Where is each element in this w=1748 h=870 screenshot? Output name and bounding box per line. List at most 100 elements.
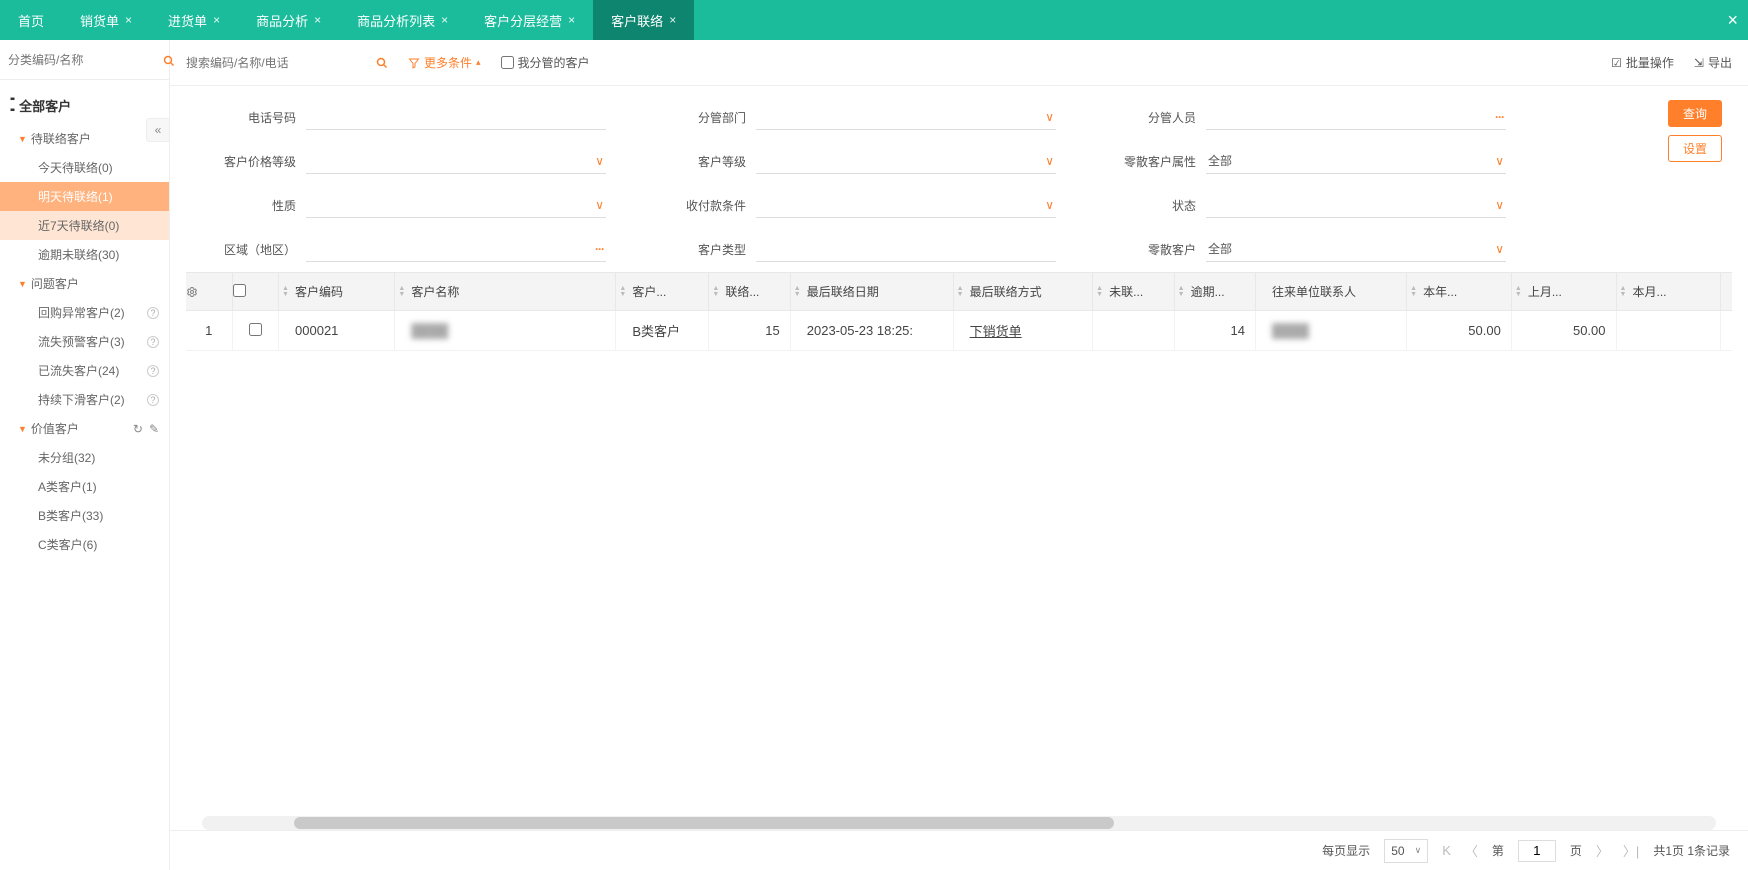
- search-icon[interactable]: [376, 56, 388, 70]
- pager-last[interactable]: 〉|: [1623, 841, 1639, 860]
- tree-leaf-class-a[interactable]: A类客户(1): [0, 472, 169, 501]
- scrollbar-thumb[interactable]: [294, 817, 1114, 829]
- sidebar-search-input[interactable]: [8, 53, 163, 67]
- tree-leaf-ungrouped[interactable]: 未分组(32): [0, 443, 169, 472]
- sidebar-collapse-button[interactable]: «: [146, 118, 170, 142]
- tree-leaf-repurchase-abnormal[interactable]: 回购异常客户(2)?: [0, 298, 169, 327]
- col-last-contact-method[interactable]: ▲▼最后联络方式: [954, 273, 1094, 311]
- checklist-icon: ☑: [1611, 56, 1622, 70]
- tab-purchase-order[interactable]: 进货单×: [150, 0, 238, 40]
- export-icon: ⇲: [1694, 56, 1704, 70]
- close-icon[interactable]: ×: [314, 13, 321, 27]
- filter-input-scattered[interactable]: 全部∨: [1206, 236, 1506, 262]
- col-last-contact-date[interactable]: ▲▼最后联络日期: [791, 273, 954, 311]
- col-uncontacted[interactable]: ▲▼未联...: [1093, 273, 1174, 311]
- cell-code: 000021: [279, 311, 395, 351]
- batch-ops-button[interactable]: ☑ 批量操作: [1611, 54, 1674, 71]
- col-customer-name[interactable]: ▲▼客户名称: [395, 273, 616, 311]
- filter-panel: 电话号码 分管部门 ∨ 分管人员 ··· 客户价格等级 ∨ 客户等级 ∨ 零散客…: [170, 86, 1748, 272]
- help-icon[interactable]: ?: [147, 394, 159, 406]
- col-last-month[interactable]: ▲▼上月...: [1512, 273, 1617, 311]
- page-input[interactable]: [1518, 840, 1556, 862]
- col-customer-code[interactable]: ▲▼客户编码: [279, 273, 395, 311]
- tab-product-analysis[interactable]: 商品分析×: [238, 0, 339, 40]
- filter-input-nature[interactable]: ∨: [306, 192, 606, 218]
- filter-input-scattered-attr[interactable]: 全部∨: [1206, 148, 1506, 174]
- cell-contact-person: ████: [1256, 311, 1407, 351]
- tree-leaf-class-c[interactable]: C类客户(6): [0, 530, 169, 559]
- sidebar: « ▪▪▪▪ 全部客户 ▼ 待联络客户 今天待联络(0) 明天待联络(1) 近7…: [0, 40, 170, 870]
- chevron-down-icon: ∨: [1495, 198, 1504, 212]
- col-contact-person[interactable]: 往来单位联系人: [1256, 273, 1407, 311]
- row-checkbox[interactable]: [233, 311, 280, 351]
- tree-root-all-customers[interactable]: ▪▪▪▪ 全部客户: [0, 86, 169, 124]
- col-customer-level[interactable]: ▲▼客户...: [616, 273, 709, 311]
- ellipsis-icon[interactable]: ···: [1495, 110, 1504, 124]
- pager-first[interactable]: K: [1442, 843, 1451, 858]
- chevron-down-icon: ∨: [1495, 242, 1504, 256]
- chevron-down-icon: ∨: [1415, 845, 1422, 856]
- tab-customer-contact[interactable]: 客户联络×: [593, 0, 694, 40]
- help-icon[interactable]: ?: [147, 365, 159, 377]
- help-icon[interactable]: ?: [147, 307, 159, 319]
- filter-input-payment[interactable]: ∨: [756, 192, 1056, 218]
- app-close-button[interactable]: ×: [1727, 0, 1738, 40]
- search-input[interactable]: [186, 56, 356, 70]
- col-year[interactable]: ▲▼本年...: [1407, 273, 1512, 311]
- tab-product-analysis-list[interactable]: 商品分析列表×: [339, 0, 466, 40]
- ellipsis-icon[interactable]: ···: [595, 242, 604, 256]
- export-button[interactable]: ⇲ 导出: [1694, 54, 1732, 71]
- pager-next[interactable]: 〉: [1596, 841, 1609, 860]
- col-contact-days[interactable]: ▲▼联络...: [709, 273, 790, 311]
- pager-prev[interactable]: 〈: [1465, 841, 1478, 860]
- cell-last-method[interactable]: 下销货单: [954, 311, 1094, 351]
- filter-input-region[interactable]: ···: [306, 236, 606, 262]
- tab-customer-tier[interactable]: 客户分层经营×: [466, 0, 593, 40]
- page-prefix: 第: [1492, 842, 1504, 859]
- close-icon[interactable]: ×: [125, 13, 132, 27]
- tree-leaf-today[interactable]: 今天待联络(0): [0, 153, 169, 182]
- help-icon[interactable]: ?: [147, 336, 159, 348]
- tree-group-value-customers[interactable]: ▼ 价值客户 ↻ ✎: [0, 414, 169, 443]
- tree-leaf-class-b[interactable]: B类客户(33): [0, 501, 169, 530]
- query-button[interactable]: 查询: [1668, 100, 1722, 127]
- filter-input-manager[interactable]: ···: [1206, 104, 1506, 130]
- per-page-select[interactable]: 50 ∨: [1384, 839, 1428, 863]
- col-overdue[interactable]: ▲▼逾期...: [1175, 273, 1256, 311]
- filter-input-status[interactable]: ∨: [1206, 192, 1506, 218]
- close-icon[interactable]: ×: [568, 13, 575, 27]
- refresh-icon[interactable]: ↻: [133, 422, 143, 436]
- more-conditions-toggle[interactable]: 更多条件 ▴: [408, 54, 481, 71]
- filter-label-phone: 电话号码: [196, 109, 306, 126]
- my-customers-checkbox[interactable]: 我分管的客户: [501, 54, 590, 71]
- column-settings[interactable]: [186, 273, 233, 311]
- horizontal-scrollbar[interactable]: [202, 816, 1716, 830]
- tab-sales-order[interactable]: 销货单×: [62, 0, 150, 40]
- tree-leaf-churned[interactable]: 已流失客户(24)?: [0, 356, 169, 385]
- chevron-down-icon: ∨: [595, 198, 604, 212]
- filter-input-customer-type[interactable]: [756, 236, 1056, 262]
- settings-button[interactable]: 设置: [1668, 135, 1722, 162]
- filter-label-price-level: 客户价格等级: [196, 153, 306, 170]
- tab-home[interactable]: 首页: [0, 0, 62, 40]
- tree-leaf-overdue[interactable]: 逾期未联络(30): [0, 240, 169, 269]
- close-icon[interactable]: ×: [441, 13, 448, 27]
- tree-leaf-declining[interactable]: 持续下滑客户(2)?: [0, 385, 169, 414]
- filter-input-phone[interactable]: [306, 104, 606, 130]
- tree-group-problem-customers[interactable]: ▼ 问题客户: [0, 269, 169, 298]
- caret-down-icon: ▼: [18, 424, 27, 434]
- cell-last-month: 50.00: [1512, 311, 1617, 351]
- tree-leaf-tomorrow[interactable]: 明天待联络(1): [0, 182, 169, 211]
- filter-input-customer-level[interactable]: ∨: [756, 148, 1056, 174]
- table-row[interactable]: 1 000021 ████ B类客户 15 2023-05-23 18:25: …: [186, 311, 1732, 351]
- tree-leaf-churn-warning[interactable]: 流失预警客户(3)?: [0, 327, 169, 356]
- tree-leaf-7days[interactable]: 近7天待联络(0): [0, 211, 169, 240]
- select-all-checkbox[interactable]: [233, 273, 280, 311]
- close-icon[interactable]: ×: [669, 13, 676, 27]
- filter-input-department[interactable]: ∨: [756, 104, 1056, 130]
- filter-input-price-level[interactable]: ∨: [306, 148, 606, 174]
- col-this-month[interactable]: ▲▼本月...: [1617, 273, 1722, 311]
- close-icon[interactable]: ×: [213, 13, 220, 27]
- tree-group-pending-contact[interactable]: ▼ 待联络客户: [0, 124, 169, 153]
- edit-icon[interactable]: ✎: [149, 422, 159, 436]
